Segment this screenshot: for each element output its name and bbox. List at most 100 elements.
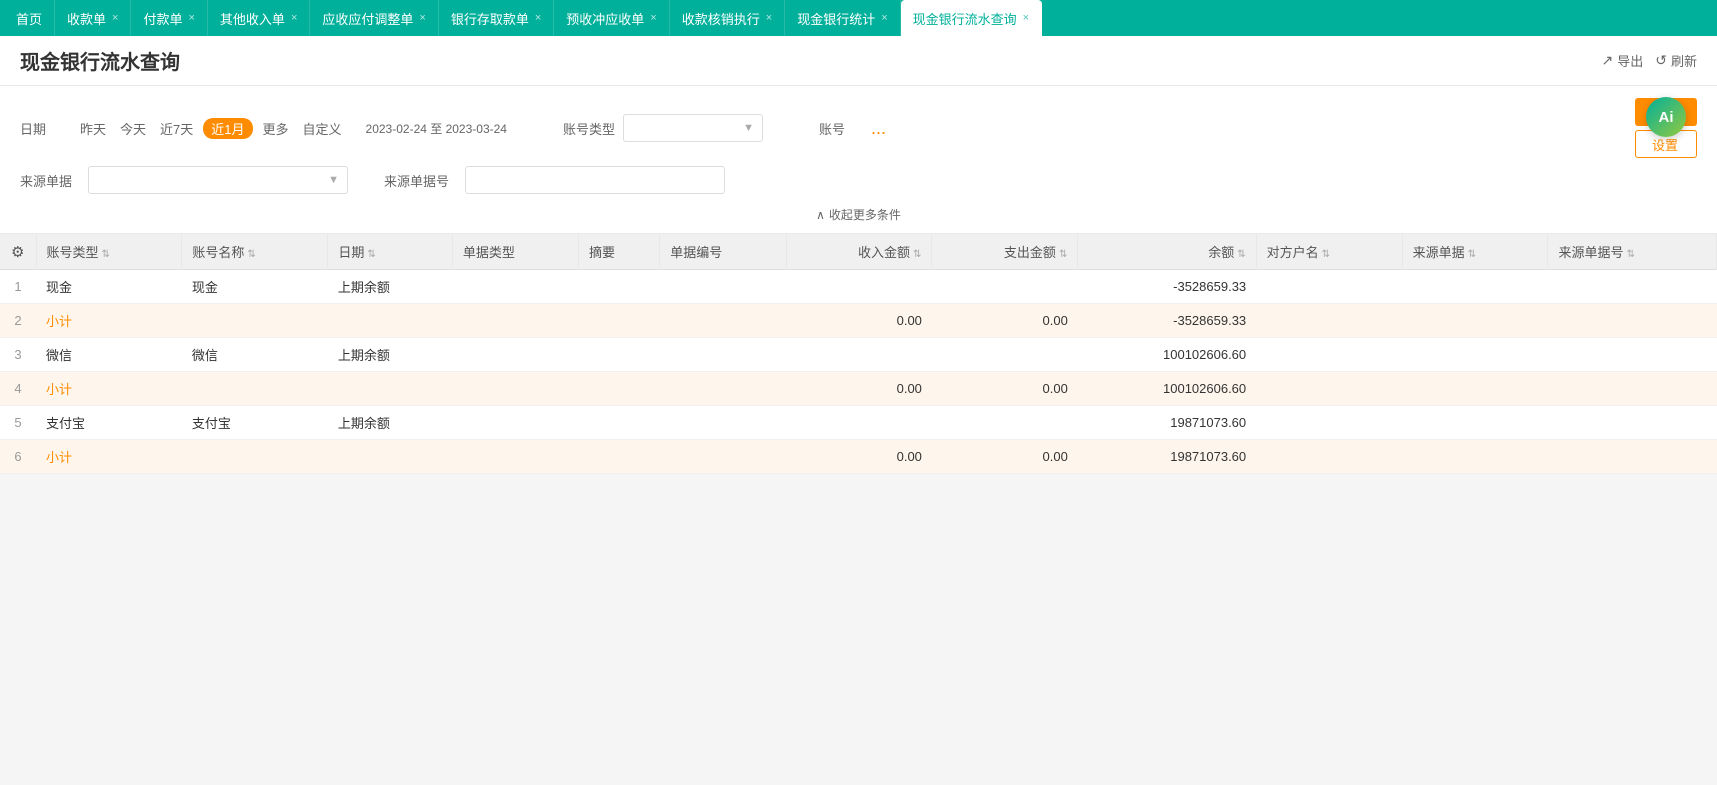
expense-cell: [932, 406, 1078, 440]
th-source_doc[interactable]: 来源单据⇅: [1402, 234, 1548, 270]
th-counterpart[interactable]: 对方户名⇅: [1256, 234, 1402, 270]
row-num: 4: [0, 372, 36, 406]
close-tab-icon[interactable]: ×: [112, 12, 118, 24]
doc-num-cell: [660, 440, 786, 474]
date-range-text: 2023-02-24 至 2023-03-24: [366, 120, 507, 137]
nav-tab-收款单[interactable]: 收款单×: [55, 0, 131, 36]
account-type-select[interactable]: ▼: [623, 114, 763, 142]
summary-cell: [579, 372, 660, 406]
nav-tab-现金银行统计[interactable]: 现金银行统计×: [785, 0, 900, 36]
export-label: 导出: [1617, 51, 1643, 70]
doc-type-cell: [452, 406, 578, 440]
table-header: ⚙账号类型⇅账号名称⇅日期⇅单据类型摘要单据编号收入金额⇅支出金额⇅余额⇅对方户…: [0, 234, 1717, 270]
nav-tab-其他收入单[interactable]: 其他收入单×: [208, 0, 310, 36]
source-doc-num-input[interactable]: [465, 166, 725, 194]
nav-tab-应收应付调整单[interactable]: 应收应付调整单×: [310, 0, 438, 36]
date-shortcut-今天[interactable]: 今天: [116, 118, 150, 139]
table-row: 1现金现金上期余额-3528659.33: [0, 270, 1717, 304]
date-shortcut-近7天[interactable]: 近7天: [156, 118, 197, 139]
summary-cell: [579, 338, 660, 372]
source-doc-select[interactable]: ▼: [88, 166, 348, 194]
close-tab-icon[interactable]: ×: [650, 12, 656, 24]
source-doc-num-label: 来源单据号: [384, 171, 449, 190]
nav-tab-收款核销执行[interactable]: 收款核销执行×: [670, 0, 785, 36]
th-account_name[interactable]: 账号名称⇅: [182, 234, 328, 270]
balance-cell: 100102606.60: [1078, 338, 1256, 372]
refresh-button[interactable]: ↺ 刷新: [1655, 51, 1697, 70]
close-tab-icon[interactable]: ×: [419, 12, 425, 24]
th-balance[interactable]: 余额⇅: [1078, 234, 1256, 270]
doc-num-cell: [660, 304, 786, 338]
page-title: 现金银行流水查询: [20, 46, 180, 75]
income-cell: 0.00: [786, 372, 932, 406]
page-header: 现金银行流水查询 ↗ 导出 ↺ 刷新: [0, 36, 1717, 86]
date-cell: 上期余额: [328, 338, 453, 372]
sort-icon-income: ⇅: [913, 249, 921, 260]
th-income[interactable]: 收入金额⇅: [786, 234, 932, 270]
source-doc-cell: [1402, 338, 1548, 372]
nav-tab-现金银行流水查询[interactable]: 现金银行流水查询×: [901, 0, 1042, 36]
account-name-cell: 现金: [182, 270, 328, 304]
nav-tab-付款单[interactable]: 付款单×: [131, 0, 207, 36]
doc-type-cell: [452, 270, 578, 304]
sort-icon-expense: ⇅: [1059, 249, 1067, 260]
counterpart-cell: [1256, 372, 1402, 406]
expense-cell: 0.00: [932, 372, 1078, 406]
sort-icon-source_doc_num: ⇅: [1626, 249, 1634, 260]
close-tab-icon[interactable]: ×: [881, 12, 887, 24]
th-expense[interactable]: 支出金额⇅: [932, 234, 1078, 270]
close-tab-icon[interactable]: ×: [535, 12, 541, 24]
balance-cell: -3528659.33: [1078, 304, 1256, 338]
export-icon: ↗: [1602, 52, 1614, 69]
row-num: 6: [0, 440, 36, 474]
doc-type-cell: [452, 304, 578, 338]
nav-tab-银行存取款单[interactable]: 银行存取款单×: [439, 0, 554, 36]
account-name-cell: [182, 372, 328, 406]
date-shortcut-近1月[interactable]: 近1月: [203, 118, 252, 139]
source-doc-num-cell: [1548, 372, 1717, 406]
source-doc-num-cell: [1548, 304, 1717, 338]
more-options-dots[interactable]: ...: [871, 118, 886, 139]
source-doc-cell: [1402, 440, 1548, 474]
account-name-cell: [182, 304, 328, 338]
summary-cell: [579, 270, 660, 304]
th-source_doc_num[interactable]: 来源单据号⇅: [1548, 234, 1717, 270]
gear-icon[interactable]: ⚙: [11, 244, 24, 261]
source-doc-cell: [1402, 406, 1548, 440]
income-cell: 0.00: [786, 304, 932, 338]
ai-assistant-button[interactable]: Ai: [1646, 97, 1686, 137]
summary-cell: [579, 406, 660, 440]
nav-home[interactable]: 首页: [4, 0, 55, 36]
account-type-cell: 微信: [36, 338, 182, 372]
close-tab-icon[interactable]: ×: [188, 12, 194, 24]
top-nav: 首页 收款单×付款单×其他收入单×应收应付调整单×银行存取款单×预收冲应收单×收…: [0, 0, 1717, 36]
th-account_type[interactable]: 账号类型⇅: [36, 234, 182, 270]
table-row: 4小计0.000.00100102606.60: [0, 372, 1717, 406]
table-container: ⚙账号类型⇅账号名称⇅日期⇅单据类型摘要单据编号收入金额⇅支出金额⇅余额⇅对方户…: [0, 234, 1717, 474]
date-shortcut-昨天[interactable]: 昨天: [76, 118, 110, 139]
nav-tab-预收冲应收单[interactable]: 预收冲应收单×: [554, 0, 669, 36]
sort-icon-account_type: ⇅: [102, 249, 110, 260]
close-tab-icon[interactable]: ×: [766, 12, 772, 24]
source-doc-cell: [1402, 372, 1548, 406]
row-num: 3: [0, 338, 36, 372]
balance-cell: -3528659.33: [1078, 270, 1256, 304]
close-tab-icon[interactable]: ×: [291, 12, 297, 24]
sort-icon-date: ⇅: [367, 249, 375, 260]
row-num: 1: [0, 270, 36, 304]
th-doc_type: 单据类型: [452, 234, 578, 270]
filter-area: 日期 昨天今天近7天近1月更多自定义 2023-02-24 至 2023-03-…: [0, 86, 1717, 234]
date-shortcut-更多[interactable]: 更多: [259, 118, 293, 139]
source-doc-num-cell: [1548, 338, 1717, 372]
counterpart-cell: [1256, 270, 1402, 304]
th-doc_num: 单据编号: [660, 234, 786, 270]
collapse-bar[interactable]: ∧ 收起更多条件: [20, 202, 1697, 225]
summary-cell: [579, 440, 660, 474]
table-body: 1现金现金上期余额-3528659.332小计0.000.00-3528659.…: [0, 270, 1717, 474]
doc-type-cell: [452, 440, 578, 474]
close-tab-icon[interactable]: ×: [1023, 12, 1029, 24]
doc-num-cell: [660, 270, 786, 304]
th-date[interactable]: 日期⇅: [328, 234, 453, 270]
date-shortcut-自定义[interactable]: 自定义: [299, 118, 346, 139]
export-button[interactable]: ↗ 导出: [1602, 51, 1644, 70]
